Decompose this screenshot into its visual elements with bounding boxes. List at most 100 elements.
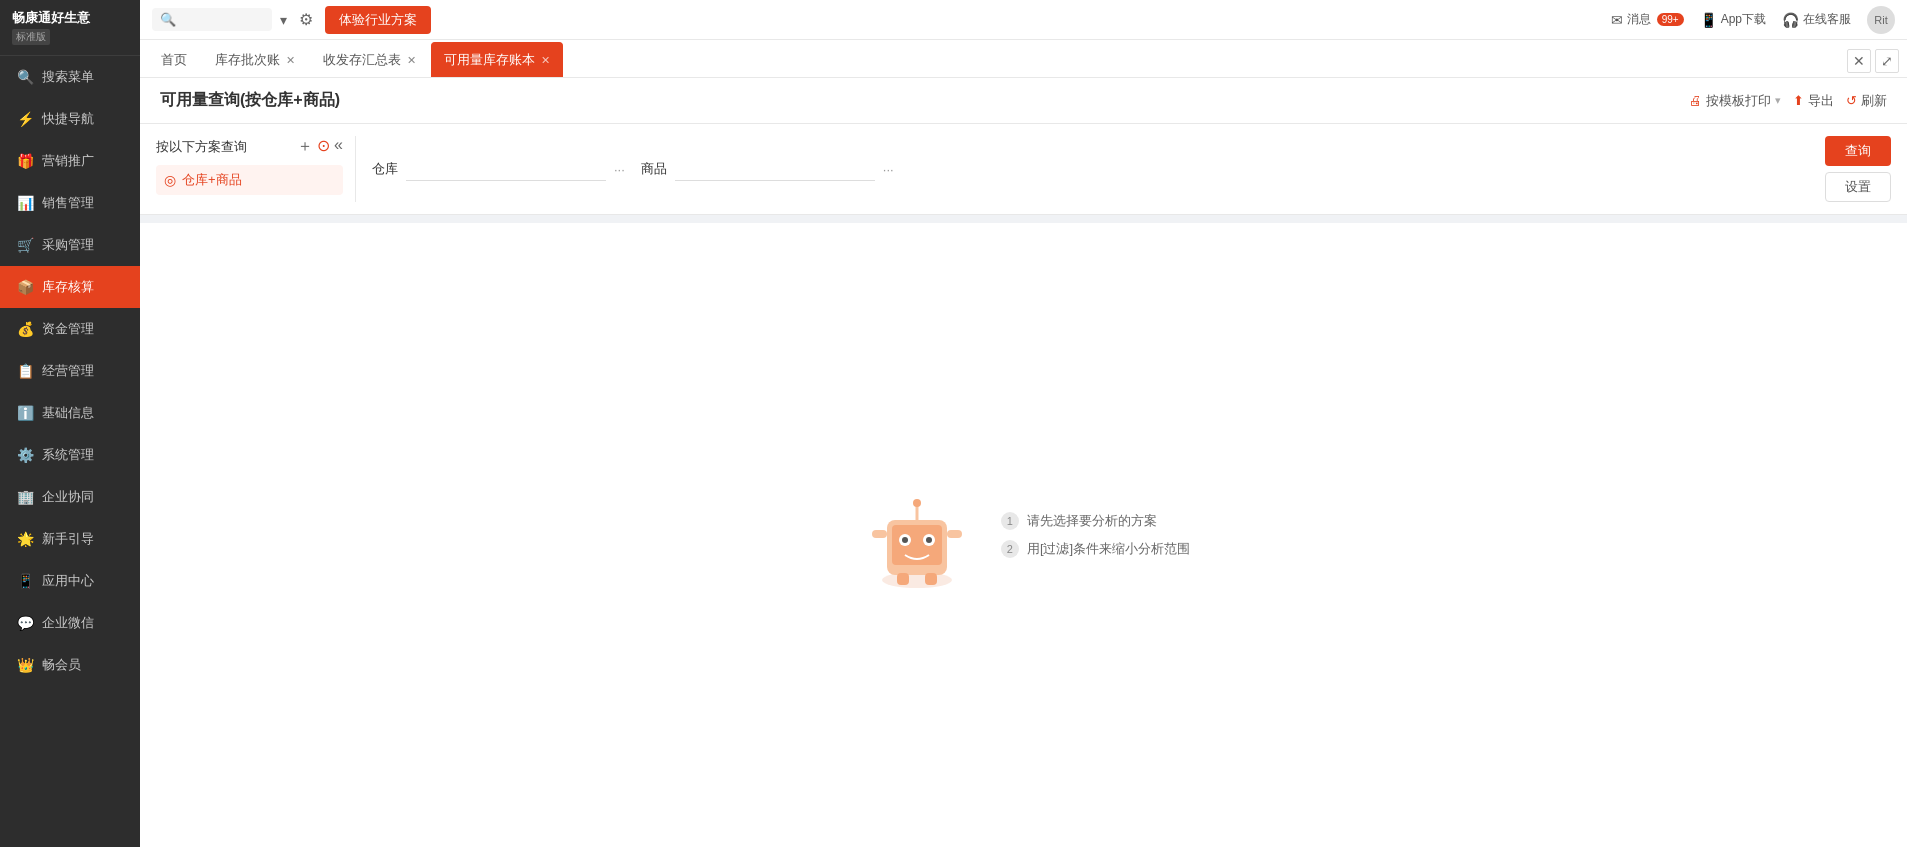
trial-btn[interactable]: 体验行业方案 [325,6,431,34]
tab-receive-summary-label: 收发存汇总表 [323,51,401,69]
tabbar-end: ✕ ⤢ [1847,49,1899,77]
query-btn[interactable]: 查询 [1825,136,1891,166]
sidebar-label-newbie: 新手引导 [42,530,94,548]
member-icon: 👑 [16,657,34,673]
topbar-dropdown-icon[interactable]: ▾ [280,12,287,28]
tab-home[interactable]: 首页 [148,42,200,77]
tab-available-ledger-close[interactable]: ✕ [541,54,550,67]
sidebar-item-marketing[interactable]: 🎁 营销推广 [0,140,140,182]
sidebar-item-basic-info[interactable]: ℹ️ 基础信息 [0,392,140,434]
topbar-actions: ✉ 消息 99+ 📱 App下载 🎧 在线客服 Rit [1611,6,1895,34]
sidebar-item-app-center[interactable]: 📱 应用中心 [0,560,140,602]
query-left-title: 按以下方案查询 [156,138,247,156]
print-dropdown-icon[interactable]: ▾ [1775,94,1781,107]
svg-rect-10 [947,530,962,538]
sidebar-label-inventory: 库存核算 [42,278,94,296]
svg-point-8 [913,499,921,507]
query-scheme-item-warehouse-goods[interactable]: ◎ 仓库+商品 [156,165,343,195]
sales-icon: 📊 [16,195,34,211]
tab-expand-btn[interactable]: ⤢ [1875,49,1899,73]
sidebar-item-quick-nav[interactable]: ⚡ 快捷导航 [0,98,140,140]
sidebar-item-system[interactable]: ⚙️ 系统管理 [0,434,140,476]
print-icon: 🖨 [1689,93,1702,108]
sidebar-label-sales: 销售管理 [42,194,94,212]
topbar-search-icon: 🔍 [160,12,176,27]
main-area: 🔍 ▾ ⚙ 体验行业方案 ✉ 消息 99+ 📱 App下载 🎧 在线客服 Ri [140,0,1907,847]
sidebar-item-operations[interactable]: 📋 经营管理 [0,350,140,392]
sidebar-item-wechat[interactable]: 💬 企业微信 [0,602,140,644]
tabbar: 首页 库存批次账 ✕ 收发存汇总表 ✕ 可用量库存账本 ✕ ✕ ⤢ [140,40,1907,78]
svg-point-6 [926,537,932,543]
sidebar-item-newbie[interactable]: 🌟 新手引导 [0,518,140,560]
topbar-search-input[interactable] [180,13,260,27]
empty-tip-2: 2 用[过滤]条件来缩小分析范围 [1001,540,1190,558]
sidebar-label-marketing: 营销推广 [42,152,94,170]
sidebar-label-system: 系统管理 [42,446,94,464]
query-field-goods: 商品 ··· [641,157,894,181]
app-download-btn[interactable]: 📱 App下载 [1700,11,1766,28]
goods-input[interactable] [675,157,875,181]
empty-tip-1: 1 请先选择要分析的方案 [1001,512,1190,530]
refresh-btn[interactable]: ↺ 刷新 [1846,92,1887,110]
query-actions: 查询 设置 [1825,136,1891,202]
export-label: 导出 [1808,92,1834,110]
refresh-label: 刷新 [1861,92,1887,110]
sidebar-item-search[interactable]: 🔍 搜索菜单 [0,56,140,98]
company-name: 畅康通好生意 [12,10,128,27]
sidebar: 畅康通好生意 标准版 🔍 搜索菜单 ⚡ 快捷导航 🎁 营销推广 📊 销售管理 🛒… [0,0,140,847]
online-service-btn[interactable]: 🎧 在线客服 [1782,11,1851,28]
sidebar-item-finance[interactable]: 💰 资金管理 [0,308,140,350]
sidebar-item-member[interactable]: 👑 畅会员 [0,644,140,686]
online-service-icon: 🎧 [1782,12,1799,28]
tab-batch-ledger-close[interactable]: ✕ [286,54,295,67]
tab-receive-summary[interactable]: 收发存汇总表 ✕ [310,42,429,77]
topbar: 🔍 ▾ ⚙ 体验行业方案 ✉ 消息 99+ 📱 App下载 🎧 在线客服 Ri [140,0,1907,40]
message-icon: ✉ [1611,12,1623,28]
sidebar-label-quick-nav: 快捷导航 [42,110,94,128]
inventory-icon: 📦 [16,279,34,295]
sidebar-label-finance: 资金管理 [42,320,94,338]
svg-rect-12 [925,573,937,585]
warehouse-input[interactable] [406,157,606,181]
tab-batch-ledger[interactable]: 库存批次账 ✕ [202,42,308,77]
enterprise-icon: 🏢 [16,489,34,505]
print-label: 按模板打印 [1706,92,1771,110]
svg-point-5 [902,537,908,543]
sidebar-item-purchase[interactable]: 🛒 采购管理 [0,224,140,266]
sidebar-logo: 畅康通好生意 标准版 [0,0,140,56]
tab-available-ledger[interactable]: 可用量库存账本 ✕ [431,42,563,77]
topbar-gear-icon[interactable]: ⚙ [295,6,317,33]
tab-batch-ledger-label: 库存批次账 [215,51,280,69]
sidebar-item-sales[interactable]: 📊 销售管理 [0,182,140,224]
tab-receive-summary-close[interactable]: ✕ [407,54,416,67]
settings-scheme-btn[interactable]: ⊙ [317,136,330,157]
print-btn[interactable]: 🖨 按模板打印 ▾ [1689,92,1781,110]
user-profile-btn[interactable]: Rit [1867,6,1895,34]
topbar-search-box[interactable]: 🔍 [152,8,272,31]
refresh-icon: ↺ [1846,93,1857,108]
goods-more-btn[interactable]: ··· [883,162,894,177]
content-area: 可用量查询(按仓库+商品) 🖨 按模板打印 ▾ ⬆ 导出 ↺ 刷新 [140,78,1907,847]
tab-close-all-btn[interactable]: ✕ [1847,49,1871,73]
quick-nav-icon: ⚡ [16,111,34,127]
purchase-icon: 🛒 [16,237,34,253]
app-center-icon: 📱 [16,573,34,589]
warehouse-label: 仓库 [372,160,398,178]
sidebar-label-app-center: 应用中心 [42,572,94,590]
add-scheme-btn[interactable]: ＋ [297,136,313,157]
query-settings-btn[interactable]: 设置 [1825,172,1891,202]
message-btn[interactable]: ✉ 消息 99+ [1611,11,1684,28]
newbie-icon: 🌟 [16,531,34,547]
warehouse-more-btn[interactable]: ··· [614,162,625,177]
sidebar-item-inventory[interactable]: 📦 库存核算 [0,266,140,308]
export-btn[interactable]: ⬆ 导出 [1793,92,1834,110]
sidebar-scroll: 🔍 搜索菜单 ⚡ 快捷导航 🎁 营销推广 📊 销售管理 🛒 采购管理 📦 库存核… [0,56,140,847]
collapse-btn[interactable]: « [334,136,343,157]
scheme-icon: ◎ [164,172,176,188]
app-download-label: App下载 [1721,11,1766,28]
sidebar-item-enterprise[interactable]: 🏢 企业协同 [0,476,140,518]
page-header: 可用量查询(按仓库+商品) 🖨 按模板打印 ▾ ⬆ 导出 ↺ 刷新 [140,78,1907,124]
page-title: 可用量查询(按仓库+商品) [160,90,340,111]
operations-icon: 📋 [16,363,34,379]
query-left-header: 按以下方案查询 ＋ ⊙ « [156,136,343,157]
